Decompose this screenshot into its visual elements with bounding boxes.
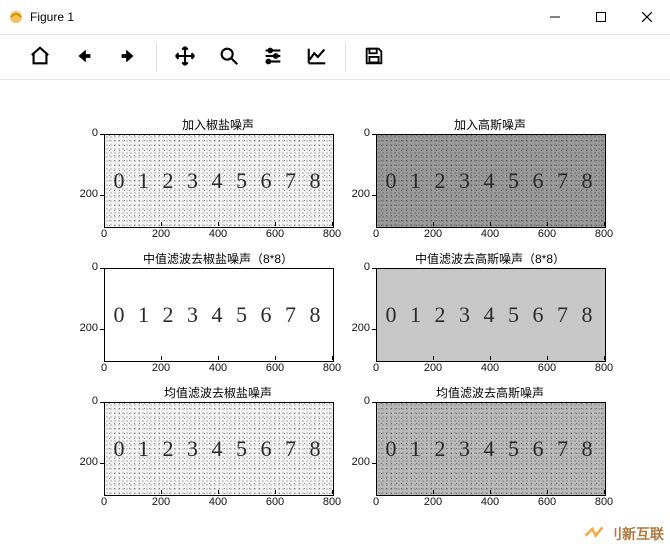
x-tick-label: 800: [323, 496, 341, 508]
plot-image[interactable]: 0 1 2 3 4 5 6 7 8: [376, 402, 606, 496]
x-tick-label: 800: [323, 228, 341, 240]
image-content-text: 0 1 2 3 4 5 6 7 8: [105, 269, 333, 361]
y-tick-label: 200: [352, 322, 370, 334]
maximize-button[interactable]: [578, 0, 624, 34]
subplot: 加入高斯噪声0 1 2 3 4 5 6 7 802000200400600800: [376, 134, 604, 226]
y-tick-label: 0: [92, 261, 98, 273]
image-content-text: 0 1 2 3 4 5 6 7 8: [377, 403, 605, 495]
watermark: 刂新互联: [584, 524, 664, 544]
subplot: 中值滤波去椒盐噪声（8*8）0 1 2 3 4 5 6 7 8020002004…: [104, 268, 332, 360]
x-tick-label: 200: [152, 362, 170, 374]
x-tick-label: 400: [209, 496, 227, 508]
window-controls: [532, 0, 670, 34]
x-tick-label: 600: [266, 228, 284, 240]
plot-image[interactable]: 0 1 2 3 4 5 6 7 8: [104, 402, 334, 496]
plot-image[interactable]: 0 1 2 3 4 5 6 7 8: [376, 134, 606, 228]
forward-button[interactable]: [106, 35, 150, 79]
x-tick-label: 400: [481, 362, 499, 374]
y-tick-label: 0: [364, 261, 370, 273]
y-tick-label: 200: [352, 188, 370, 200]
zoom-button[interactable]: [207, 35, 251, 79]
x-tick-label: 0: [373, 496, 379, 508]
x-tick-label: 800: [323, 362, 341, 374]
image-content-text: 0 1 2 3 4 5 6 7 8: [105, 403, 333, 495]
plot-image[interactable]: 0 1 2 3 4 5 6 7 8: [104, 134, 334, 228]
x-tick-label: 200: [424, 362, 442, 374]
x-tick-label: 400: [209, 362, 227, 374]
y-tick-label: 200: [80, 456, 98, 468]
home-icon: [29, 45, 51, 70]
x-tick-label: 600: [538, 362, 556, 374]
x-tick-label: 600: [266, 362, 284, 374]
edit-plot-button[interactable]: [295, 35, 339, 79]
subplot-title: 均值滤波去高斯噪声: [376, 384, 604, 401]
y-tick-label: 0: [364, 127, 370, 139]
subplot: 均值滤波去高斯噪声0 1 2 3 4 5 6 7 802000200400600…: [376, 402, 604, 494]
subplot: 中值滤波去高斯噪声（8*8）0 1 2 3 4 5 6 7 8020002004…: [376, 268, 604, 360]
magnify-icon: [218, 45, 240, 70]
x-tick-label: 0: [101, 362, 107, 374]
x-tick-label: 400: [481, 228, 499, 240]
plot-image[interactable]: 0 1 2 3 4 5 6 7 8: [104, 268, 334, 362]
arrow-left-icon: [73, 45, 95, 70]
plot-image[interactable]: 0 1 2 3 4 5 6 7 8: [376, 268, 606, 362]
titlebar-left: Figure 1: [8, 9, 74, 25]
subplot-title: 中值滤波去椒盐噪声（8*8）: [104, 250, 332, 267]
move-icon: [174, 45, 196, 70]
minimize-button[interactable]: [532, 0, 578, 34]
configure-button[interactable]: [251, 35, 295, 79]
save-button[interactable]: [352, 35, 396, 79]
x-tick-label: 600: [266, 496, 284, 508]
y-tick-label: 200: [80, 322, 98, 334]
toolbar-separator: [345, 42, 346, 72]
close-button[interactable]: [624, 0, 670, 34]
subplot-title: 中值滤波去高斯噪声（8*8）: [376, 250, 604, 267]
x-tick-label: 200: [152, 228, 170, 240]
back-button[interactable]: [62, 35, 106, 79]
x-tick-label: 400: [481, 496, 499, 508]
subplot-title: 均值滤波去椒盐噪声: [104, 384, 332, 401]
floppy-icon: [363, 45, 385, 70]
x-tick-label: 800: [595, 496, 613, 508]
x-tick-label: 0: [373, 228, 379, 240]
matplotlib-toolbar: [0, 35, 670, 80]
image-content-text: 0 1 2 3 4 5 6 7 8: [105, 135, 333, 227]
x-tick-label: 0: [101, 228, 107, 240]
x-tick-label: 400: [209, 228, 227, 240]
y-tick-label: 0: [92, 395, 98, 407]
image-content-text: 0 1 2 3 4 5 6 7 8: [377, 135, 605, 227]
x-tick-label: 0: [373, 362, 379, 374]
x-tick-label: 800: [595, 362, 613, 374]
watermark-text: 刂新互联: [608, 524, 664, 544]
x-tick-label: 200: [152, 496, 170, 508]
subplot-title: 加入高斯噪声: [376, 116, 604, 133]
toolbar-separator: [156, 42, 157, 72]
window-title: Figure 1: [30, 10, 74, 24]
image-content-text: 0 1 2 3 4 5 6 7 8: [377, 269, 605, 361]
subplot: 均值滤波去椒盐噪声0 1 2 3 4 5 6 7 802000200400600…: [104, 402, 332, 494]
pan-button[interactable]: [163, 35, 207, 79]
subplot-title: 加入椒盐噪声: [104, 116, 332, 133]
line-chart-icon: [306, 45, 328, 70]
subplot: 加入椒盐噪声0 1 2 3 4 5 6 7 802000200400600800: [104, 134, 332, 226]
x-tick-label: 600: [538, 496, 556, 508]
app-icon: [8, 9, 24, 25]
x-tick-label: 200: [424, 228, 442, 240]
y-tick-label: 200: [80, 188, 98, 200]
x-tick-label: 600: [538, 228, 556, 240]
y-tick-label: 200: [352, 456, 370, 468]
arrow-right-icon: [117, 45, 139, 70]
home-button[interactable]: [18, 35, 62, 79]
y-tick-label: 0: [364, 395, 370, 407]
x-tick-label: 0: [101, 496, 107, 508]
sliders-icon: [262, 45, 284, 70]
figure-canvas: 刂新互联 加入椒盐噪声0 1 2 3 4 5 6 7 8020002004006…: [0, 80, 670, 544]
y-tick-label: 0: [92, 127, 98, 139]
x-tick-label: 800: [595, 228, 613, 240]
x-tick-label: 200: [424, 496, 442, 508]
window-titlebar: Figure 1: [0, 0, 670, 35]
